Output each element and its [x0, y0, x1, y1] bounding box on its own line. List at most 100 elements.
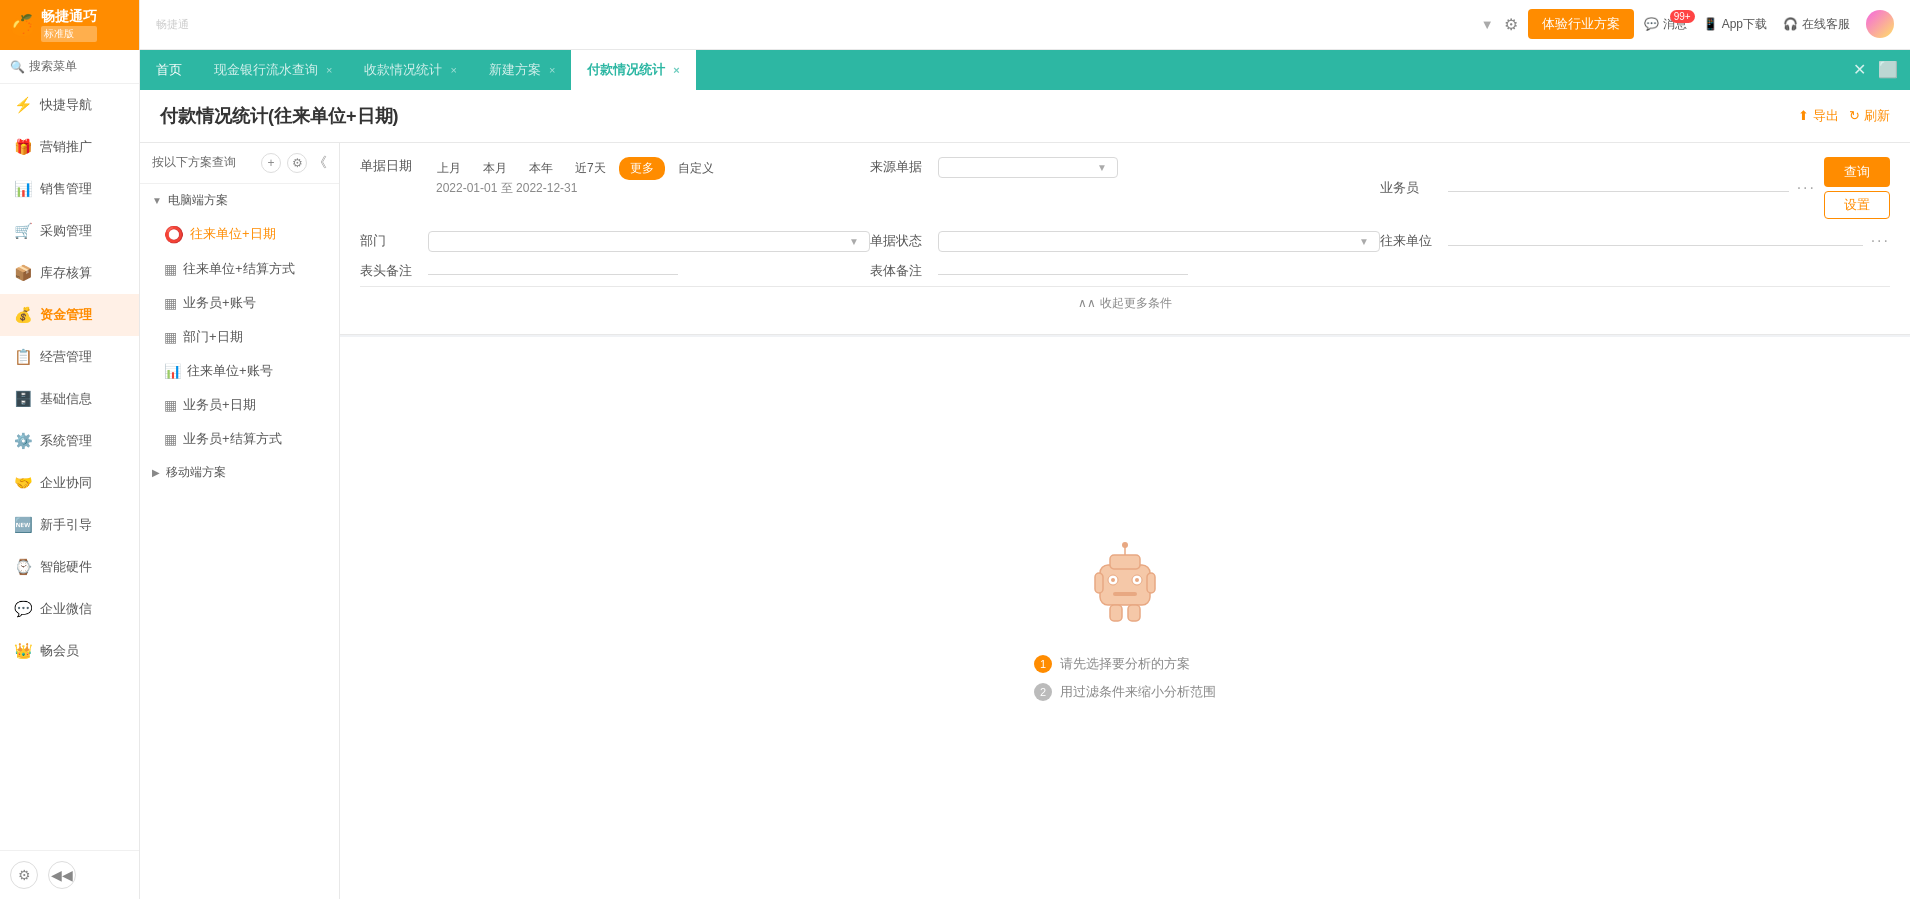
trial-btn[interactable]: 体验行业方案 [1528, 9, 1634, 39]
sidebar-item-weixin[interactable]: 💬 企业微信 [0, 588, 139, 630]
sidebar-item-vip[interactable]: 👑 畅会员 [0, 630, 139, 672]
basics-icon: 🗄️ [14, 390, 32, 408]
partner-input[interactable] [1448, 237, 1863, 246]
sidebar-item-sales[interactable]: 📊 销售管理 [0, 168, 139, 210]
tip-1: 1 请先选择要分析的方案 [1034, 655, 1216, 673]
scheme-item-salesman-date[interactable]: ▦ 业务员+日期 [140, 388, 339, 422]
date-options: 上月 本月 本年 近7天 更多 自定义 [428, 157, 723, 180]
sidebar-item-quick-nav[interactable]: ⚡ 快捷导航 [0, 84, 139, 126]
scheme-item-salesman-account[interactable]: ▦ 业务员+账号 [140, 286, 339, 320]
mobile-arrow-icon: ▶ [152, 467, 160, 478]
empty-state: 1 请先选择要分析的方案 2 用过滤条件来缩小分析范围 [340, 337, 1910, 899]
mobile-scheme-group: ▶ 移动端方案 [140, 456, 339, 489]
sidebar-item-purchase[interactable]: 🛒 采购管理 [0, 210, 139, 252]
tab-payment-close[interactable]: × [673, 64, 679, 76]
collapse-panel-btn[interactable]: 《 [313, 154, 327, 172]
source-select[interactable]: ▼ [938, 157, 1118, 178]
dropdown-arrow-icon[interactable]: ▼ [1481, 17, 1494, 32]
settings-gear-btn[interactable]: ⚙ [10, 861, 38, 889]
left-panel: 按以下方案查询 + ⚙ 《 ▼ 电脑端方案 ⭕ 往来单位+日期 ▦ [140, 143, 340, 899]
sidebar-item-inventory[interactable]: 📦 库存核算 [0, 252, 139, 294]
main-layout: 按以下方案查询 + ⚙ 《 ▼ 电脑端方案 ⭕ 往来单位+日期 ▦ [140, 143, 1910, 899]
last-7-days-btn[interactable]: 近7天 [566, 157, 615, 180]
export-btn[interactable]: ⬆ 导出 [1798, 107, 1839, 125]
tab-cash-flow[interactable]: 现金银行流水查询 × [198, 50, 348, 90]
desktop-scheme-header[interactable]: ▼ 电脑端方案 [140, 184, 339, 217]
scheme-item-partner-date[interactable]: ⭕ 往来单位+日期 [140, 217, 339, 252]
sidebar-item-finance[interactable]: 💰 资金管理 [0, 294, 139, 336]
svg-point-12 [1122, 542, 1128, 548]
tab-receipt-stat[interactable]: 收款情况统计 × [348, 50, 472, 90]
tab-payment-stat[interactable]: 付款情况统计 × [571, 50, 695, 90]
sidebar-item-hardware[interactable]: ⌚ 智能硬件 [0, 546, 139, 588]
sidebar-item-marketing[interactable]: 🎁 营销推广 [0, 126, 139, 168]
quick-nav-icon: ⚡ [14, 96, 32, 114]
app-download-btn[interactable]: 📱 App下载 [1703, 16, 1767, 33]
partner-dots-btn[interactable]: ··· [1871, 232, 1890, 250]
desktop-scheme-group: ▼ 电脑端方案 ⭕ 往来单位+日期 ▦ 往来单位+结算方式 ▦ 业务员+账号 ▦ [140, 184, 339, 456]
sidebar-bottom: ⚙ ◀◀ [0, 850, 139, 899]
dept-select[interactable]: ▼ [428, 231, 870, 252]
tab-new-scheme[interactable]: 新建方案 × [473, 50, 571, 90]
tab-cash-flow-close[interactable]: × [326, 64, 332, 76]
message-btn[interactable]: 💬 消息 99+ [1644, 16, 1687, 33]
header-right: 💬 消息 99+ 📱 App下载 🎧 在线客服 [1644, 10, 1894, 38]
sidebar-item-basics[interactable]: 🗄️ 基础信息 [0, 378, 139, 420]
sidebar-item-system[interactable]: ⚙️ 系统管理 [0, 420, 139, 462]
tip-num-2: 2 [1034, 683, 1052, 701]
doc-status-cell: 单据状态 ▼ [870, 231, 1380, 252]
scheme-icon-6: ▦ [164, 431, 177, 447]
search-menu[interactable]: 🔍 搜索菜单 [0, 50, 139, 84]
mobile-scheme-header[interactable]: ▶ 移动端方案 [140, 456, 339, 489]
this-year-btn[interactable]: 本年 [520, 157, 562, 180]
left-panel-header: 按以下方案查询 + ⚙ 《 [140, 143, 339, 184]
settings-btn[interactable]: 设置 [1824, 191, 1890, 219]
svg-rect-6 [1113, 592, 1137, 596]
manage-scheme-btn[interactable]: ⚙ [287, 153, 307, 173]
add-scheme-btn[interactable]: + [261, 153, 281, 173]
close-all-tabs-btn[interactable]: ✕ [1849, 56, 1870, 83]
doc-status-arrow: ▼ [1359, 236, 1369, 247]
sidebar-item-guide[interactable]: 🆕 新手引导 [0, 504, 139, 546]
online-service-btn[interactable]: 🎧 在线客服 [1783, 16, 1850, 33]
collapse-filters-btn[interactable]: ∧∧ 收起更多条件 [360, 286, 1890, 320]
vip-icon: 👑 [14, 642, 32, 660]
scheme-icon-2: ▦ [164, 295, 177, 311]
system-icon: ⚙️ [14, 432, 32, 450]
salesman-dots-btn[interactable]: ··· [1797, 179, 1816, 197]
doc-status-select[interactable]: ▼ [938, 231, 1380, 252]
sidebar-item-operations[interactable]: 📋 经营管理 [0, 336, 139, 378]
scheme-item-dept-date[interactable]: ▦ 部门+日期 [140, 320, 339, 354]
sidebar-logo: 🍊 畅捷通巧 标准版 [0, 0, 139, 50]
custom-date-btn[interactable]: 自定义 [669, 157, 723, 180]
svg-rect-1 [1110, 555, 1140, 569]
tab-new-scheme-close[interactable]: × [549, 64, 555, 76]
scheme-item-partner-settlement[interactable]: ▦ 往来单位+结算方式 [140, 252, 339, 286]
header-note-cell: 表头备注 [360, 262, 870, 280]
more-dates-btn[interactable]: 更多 [619, 157, 665, 180]
tab-receipt-close[interactable]: × [450, 64, 456, 76]
gear-settings-icon[interactable]: ⚙ [1504, 15, 1518, 34]
scheme-item-partner-account[interactable]: 📊 往来单位+账号 [140, 354, 339, 388]
empty-robot-icon [1075, 535, 1175, 635]
avatar[interactable] [1866, 10, 1894, 38]
dept-label: 部门 [360, 232, 420, 250]
salesman-input[interactable] [1448, 183, 1789, 192]
tab-home[interactable]: 首页 [140, 50, 198, 90]
main-content: 畅捷通 ▼ ⚙ 体验行业方案 💬 消息 99+ 📱 App下载 🎧 在线客服 首… [140, 0, 1910, 899]
header-note-input[interactable] [428, 266, 678, 275]
guide-icon: 🆕 [14, 516, 32, 534]
refresh-btn[interactable]: ↻ 刷新 [1849, 107, 1890, 125]
body-note-input[interactable] [938, 266, 1188, 275]
last-month-btn[interactable]: 上月 [428, 157, 470, 180]
query-btn[interactable]: 查询 [1824, 157, 1890, 187]
scheme-item-salesman-settlement[interactable]: ▦ 业务员+结算方式 [140, 422, 339, 456]
maximize-btn[interactable]: ⬜ [1874, 56, 1902, 83]
partner-filter-cell: 往来单位 ··· [1380, 232, 1890, 250]
this-month-btn[interactable]: 本月 [474, 157, 516, 180]
operations-icon: 📋 [14, 348, 32, 366]
sidebar-item-enterprise[interactable]: 🤝 企业协同 [0, 462, 139, 504]
collapse-sidebar-btn[interactable]: ◀◀ [48, 861, 76, 889]
app-sub: 标准版 [41, 26, 97, 42]
salesman-filter-cell: 业务员 ··· 查询 设置 [1380, 157, 1890, 219]
